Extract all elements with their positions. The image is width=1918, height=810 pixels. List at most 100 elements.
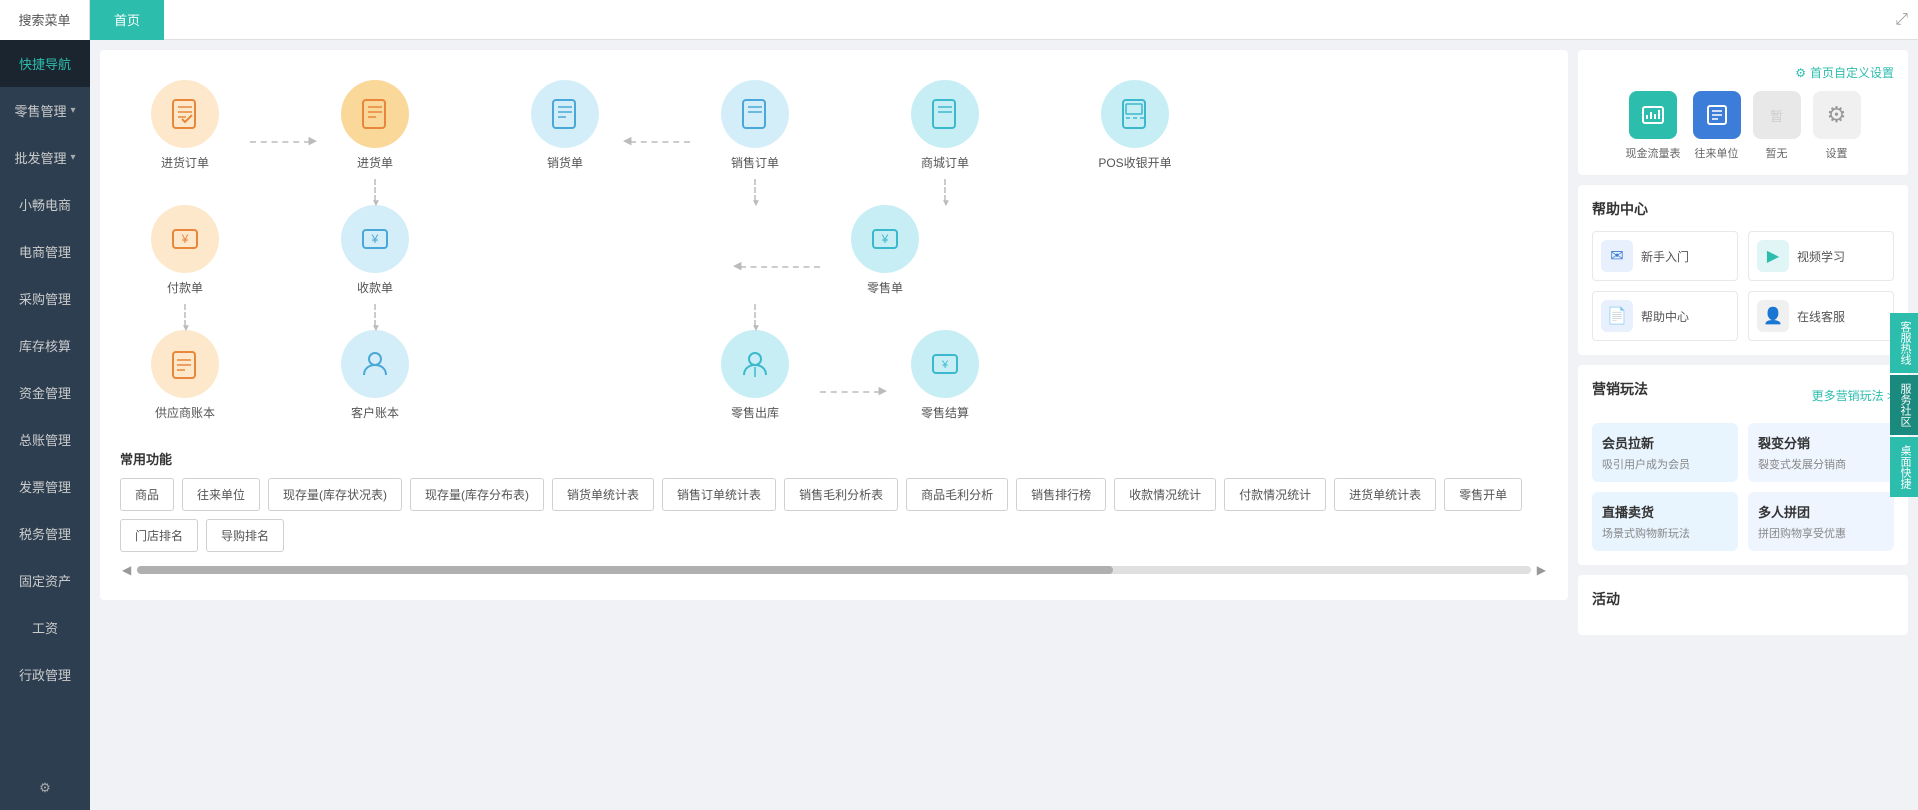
sidebar-item-label: 采购管理 bbox=[19, 289, 71, 308]
sidebar-item-admin[interactable]: 行政管理 bbox=[0, 651, 90, 698]
homepage-setting-link[interactable]: ⚙ 首页自定义设置 bbox=[1795, 64, 1894, 81]
arrow-down-xiaohuo: ▼ bbox=[310, 179, 440, 201]
mkt-item-group[interactable]: 多人拼团 拼团购物享受优惠 bbox=[1748, 492, 1894, 551]
common-function-button[interactable]: 现存量(库存状况表) bbox=[268, 478, 402, 511]
common-function-button[interactable]: 销货单统计表 bbox=[552, 478, 654, 511]
activity-card: 活动 bbox=[1578, 575, 1908, 635]
help-item-video[interactable]: ▶ 视频学习 bbox=[1748, 231, 1894, 281]
sidebar-item-label: 发票管理 bbox=[19, 477, 71, 496]
help-label: 新手入门 bbox=[1641, 248, 1689, 265]
common-function-button[interactable]: 进货单统计表 bbox=[1334, 478, 1436, 511]
common-function-button[interactable]: 收款情况统计 bbox=[1114, 478, 1216, 511]
sidebar-item-ecom[interactable]: 小畅电商 bbox=[0, 181, 90, 228]
flow-node-jinhuo-dan[interactable]: 进货单 bbox=[310, 80, 440, 171]
scroll-left-button[interactable]: ◀ bbox=[120, 563, 133, 577]
gear-icon: ⚙ bbox=[39, 780, 51, 795]
float-btn-community[interactable]: 服务社区 bbox=[1890, 375, 1918, 435]
help-item-service[interactable]: 👤 在线客服 bbox=[1748, 291, 1894, 341]
common-function-button[interactable]: 商品毛利分析 bbox=[906, 478, 1008, 511]
flow-node-shangcheng[interactable]: 商城订单 bbox=[880, 80, 1010, 171]
mkt-item-desc: 吸引用户成为会员 bbox=[1602, 456, 1728, 472]
flow-node-lingshao-chuku[interactable]: 零售出库 bbox=[690, 330, 820, 421]
qa-item-empty[interactable]: 暂 暂无 bbox=[1753, 91, 1801, 161]
arrow-down-shoukuan: ▼ bbox=[310, 304, 440, 326]
scrollbar[interactable]: ◀ ▶ bbox=[120, 560, 1548, 580]
flow-node-shoukuan[interactable]: ¥ 收款单 bbox=[310, 205, 440, 296]
float-btn-service[interactable]: 客服热线 bbox=[1890, 313, 1918, 373]
sidebar-item-tax[interactable]: 税务管理 bbox=[0, 510, 90, 557]
common-function-button[interactable]: 商品 bbox=[120, 478, 174, 511]
scroll-thumb bbox=[137, 566, 1112, 574]
spacer bbox=[820, 179, 880, 201]
sidebar-item-purchase[interactable]: 采购管理 bbox=[0, 275, 90, 322]
common-function-button[interactable]: 现存量(库存分布表) bbox=[410, 478, 544, 511]
common-function-button[interactable]: 销售毛利分析表 bbox=[784, 478, 898, 511]
float-btn-desktop[interactable]: 桌面快捷 bbox=[1890, 437, 1918, 497]
arrow-down-lingshao: ▼ bbox=[690, 304, 820, 326]
mkt-item-desc: 拼团购物享受优惠 bbox=[1758, 525, 1884, 541]
common-function-button[interactable]: 往来单位 bbox=[182, 478, 260, 511]
mkt-item-fission[interactable]: 裂变分销 裂变式发展分销商 bbox=[1748, 423, 1894, 482]
flow-node-jinhuo-dingdan[interactable]: 进货订单 bbox=[120, 80, 250, 171]
sidebar-item-finance[interactable]: 资金管理 bbox=[0, 369, 90, 416]
flow-node-lingshao-jiesuan[interactable]: ¥ 零售结算 bbox=[880, 330, 1010, 421]
marketing-card: 营销玩法 更多营销玩法 > 会员拉新 吸引用户成为会员 裂变分销 裂变式发展分销… bbox=[1578, 365, 1908, 565]
mkt-item-live[interactable]: 直播卖货 场景式购物新玩法 bbox=[1592, 492, 1738, 551]
svg-text:¥: ¥ bbox=[371, 232, 379, 246]
sidebar-item-wholesale[interactable]: 批发管理 ▾ bbox=[0, 134, 90, 181]
flow-node-xiaohuo-dan[interactable]: 销货单 bbox=[500, 80, 630, 171]
common-function-button[interactable]: 导购排名 bbox=[206, 519, 284, 552]
sidebar-item-salary[interactable]: 工资 bbox=[0, 604, 90, 651]
sidebar-item-label: 零售管理 bbox=[14, 101, 66, 120]
common-function-button[interactable]: 零售开单 bbox=[1444, 478, 1522, 511]
sidebar-settings-button[interactable]: ⚙ bbox=[0, 766, 90, 810]
cashflow-icon bbox=[1629, 91, 1677, 139]
fullscreen-icon[interactable]: ⤢ bbox=[1895, 11, 1908, 28]
quick-access-icons: 现金流量表 往来单位 暂 暂无 ⚙ 设置 bbox=[1592, 91, 1894, 161]
tab-home[interactable]: 首页 bbox=[90, 0, 164, 40]
help-item-help[interactable]: 📄 帮助中心 bbox=[1592, 291, 1738, 341]
sidebar-item-invoice[interactable]: 发票管理 bbox=[0, 463, 90, 510]
spacer bbox=[250, 179, 310, 201]
sidebar-item-retail[interactable]: 零售管理 ▾ bbox=[0, 87, 90, 134]
chevron-down-icon: ▾ bbox=[70, 152, 75, 163]
flow-node-gongyingshang[interactable]: 供应商账本 bbox=[120, 330, 250, 421]
person-icon: 👤 bbox=[1757, 300, 1789, 332]
sidebar-item-ecommgr[interactable]: 电商管理 bbox=[0, 228, 90, 275]
search-menu[interactable]: 搜索菜单 bbox=[0, 0, 90, 40]
mkt-item-desc: 裂变式发展分销商 bbox=[1758, 456, 1884, 472]
flow-node-lingshao[interactable]: ¥ 零售单 bbox=[820, 205, 950, 296]
help-item-beginner[interactable]: ✉ 新手入门 bbox=[1592, 231, 1738, 281]
homepage-setting-label: 首页自定义设置 bbox=[1810, 64, 1894, 81]
doc-icon: 📄 bbox=[1601, 300, 1633, 332]
sidebar-item-quicknav[interactable]: 快捷导航 bbox=[0, 40, 90, 87]
common-function-button[interactable]: 销售排行榜 bbox=[1016, 478, 1106, 511]
common-function-button[interactable]: 销售订单统计表 bbox=[662, 478, 776, 511]
help-label: 帮助中心 bbox=[1641, 308, 1689, 325]
contacts-icon bbox=[1693, 91, 1741, 139]
settings-icon: ⚙ bbox=[1813, 91, 1861, 139]
sidebar-item-inventory[interactable]: 库存核算 bbox=[0, 322, 90, 369]
common-function-button[interactable]: 付款情况统计 bbox=[1224, 478, 1326, 511]
marketing-more-link[interactable]: 更多营销玩法 > bbox=[1812, 387, 1894, 404]
scroll-track bbox=[137, 566, 1531, 574]
flow-node-xiaoshou-dingdan[interactable]: 销售订单 bbox=[690, 80, 820, 171]
qa-item-settings[interactable]: ⚙ 设置 bbox=[1813, 91, 1861, 161]
help-label: 在线客服 bbox=[1797, 308, 1845, 325]
flow-node-fukuan[interactable]: ¥ 付款单 bbox=[120, 205, 250, 296]
scroll-right-button[interactable]: ▶ bbox=[1535, 563, 1548, 577]
flow-node-kehu[interactable]: 客户账本 bbox=[310, 330, 440, 421]
qa-item-contacts[interactable]: 往来单位 bbox=[1693, 91, 1741, 161]
spacer bbox=[440, 179, 500, 201]
common-function-button[interactable]: 门店排名 bbox=[120, 519, 198, 552]
flow-node-pos[interactable]: POS收银开单 bbox=[1070, 80, 1200, 171]
qa-item-cashflow[interactable]: 现金流量表 bbox=[1626, 91, 1681, 161]
float-buttons: 客服热线 服务社区 桌面快捷 bbox=[1890, 313, 1918, 497]
sidebar-item-label: 工资 bbox=[32, 618, 58, 637]
sidebar-item-label: 税务管理 bbox=[19, 524, 71, 543]
sidebar-item-assets[interactable]: 固定资产 bbox=[0, 557, 90, 604]
sidebar-item-ledger[interactable]: 总账管理 bbox=[0, 416, 90, 463]
quicknav-card: 进货订单 ▶ 进货单 bbox=[100, 50, 1568, 600]
sidebar-item-label: 总账管理 bbox=[19, 430, 71, 449]
mkt-item-membership[interactable]: 会员拉新 吸引用户成为会员 bbox=[1592, 423, 1738, 482]
